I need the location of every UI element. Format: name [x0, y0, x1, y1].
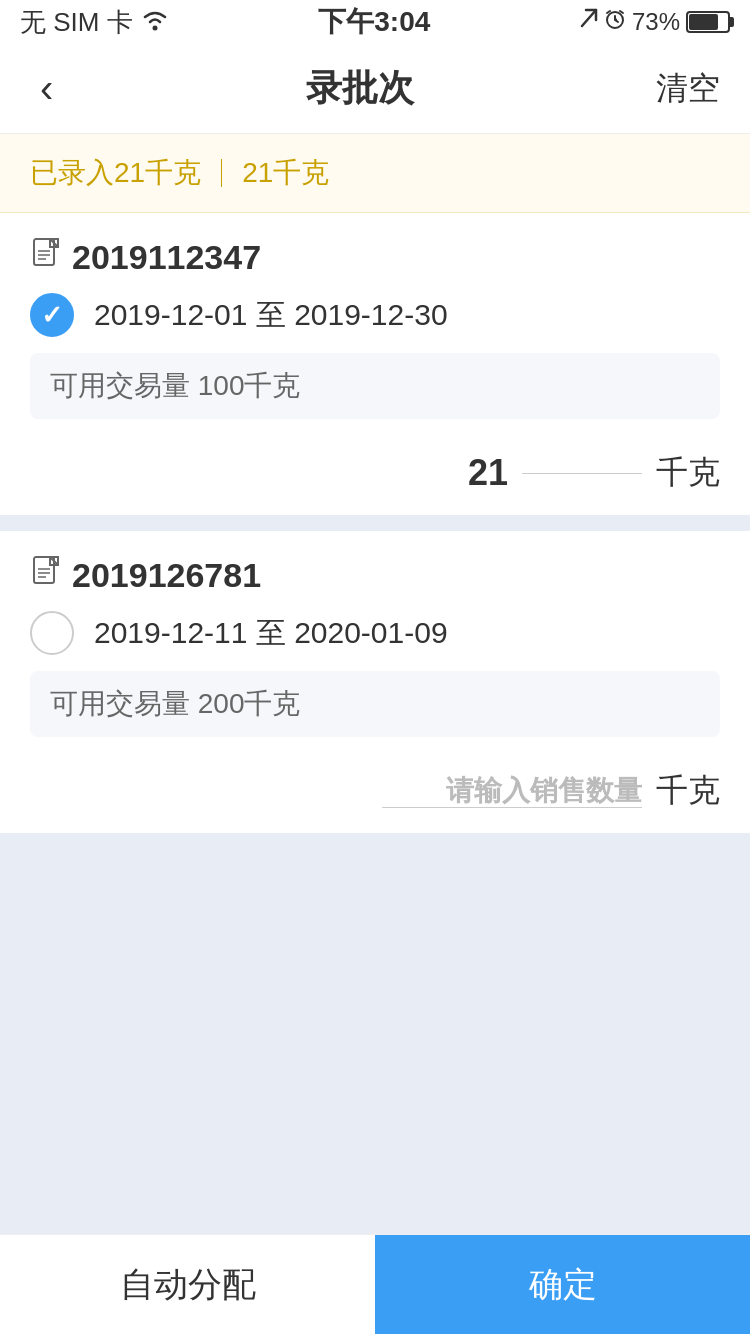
quantity-row-1: 21 千克 — [0, 435, 750, 515]
quantity-input-2[interactable] — [382, 775, 642, 808]
available-label-2: 可用交易量 200千克 — [50, 688, 301, 719]
auto-distribute-button[interactable]: 自动分配 — [0, 1235, 375, 1334]
batch-id-2: 2019126781 — [72, 556, 261, 595]
batch-header-1: 2019112347 — [0, 213, 750, 285]
quantity-unit-1: 千克 — [656, 451, 720, 495]
batch-date-2: 2019-12-11 至 2020-01-09 — [94, 613, 448, 654]
quantity-unit-2: 千克 — [656, 769, 720, 813]
batch-date-row-2[interactable]: 2019-12-11 至 2020-01-09 — [0, 603, 750, 663]
batch-card-2: 2019126781 2019-12-11 至 2020-01-09 可用交易量… — [0, 531, 750, 833]
confirm-button[interactable]: 确定 — [375, 1235, 750, 1334]
available-row-1: 可用交易量 100千克 — [30, 353, 720, 419]
bottom-bar: 自动分配 确定 — [0, 1234, 750, 1334]
status-time: 下午3:04 — [318, 3, 430, 41]
battery-icon — [686, 11, 730, 33]
section-separator — [0, 515, 750, 531]
quantity-row-2: 千克 — [0, 753, 750, 833]
svg-point-0 — [152, 25, 157, 30]
status-bar: 无 SIM 卡 下午3:04 73% — [0, 0, 750, 44]
batch-card-1: 2019112347 2019-12-01 至 2019-12-30 可用交易量… — [0, 213, 750, 515]
battery-percentage: 73% — [632, 8, 680, 36]
available-label-1: 可用交易量 100千克 — [50, 370, 301, 401]
info-divider — [221, 159, 222, 187]
info-bar: 已录入21千克 21千克 — [0, 134, 750, 213]
batch-header-2: 2019126781 — [0, 531, 750, 603]
nav-bar: ‹ 录批次 清空 — [0, 44, 750, 134]
recorded-label: 已录入21千克 — [30, 154, 201, 192]
document-icon-1 — [30, 237, 62, 277]
batch-date-row-1[interactable]: 2019-12-01 至 2019-12-30 — [0, 285, 750, 345]
batch-date-1: 2019-12-01 至 2019-12-30 — [94, 295, 448, 336]
status-right: 73% — [580, 8, 730, 36]
wifi-icon — [141, 7, 169, 38]
radio-button-2[interactable] — [30, 611, 74, 655]
recorded-value: 21千克 — [242, 154, 329, 192]
clear-button[interactable]: 清空 — [656, 67, 720, 111]
radio-button-1[interactable] — [30, 293, 74, 337]
quantity-value-1: 21 — [468, 452, 508, 494]
batch-id-1: 2019112347 — [72, 238, 261, 277]
available-row-2: 可用交易量 200千克 — [30, 671, 720, 737]
main-content: 已录入21千克 21千克 2019112347 2019-12-01 至 201… — [0, 134, 750, 1334]
document-icon-2 — [30, 555, 62, 595]
alarm-icon — [604, 8, 626, 36]
carrier-label: 无 SIM 卡 — [20, 5, 133, 40]
location-icon — [580, 8, 598, 36]
back-button[interactable]: ‹ — [30, 56, 63, 121]
page-title: 录批次 — [306, 64, 414, 113]
status-left: 无 SIM 卡 — [20, 5, 169, 40]
